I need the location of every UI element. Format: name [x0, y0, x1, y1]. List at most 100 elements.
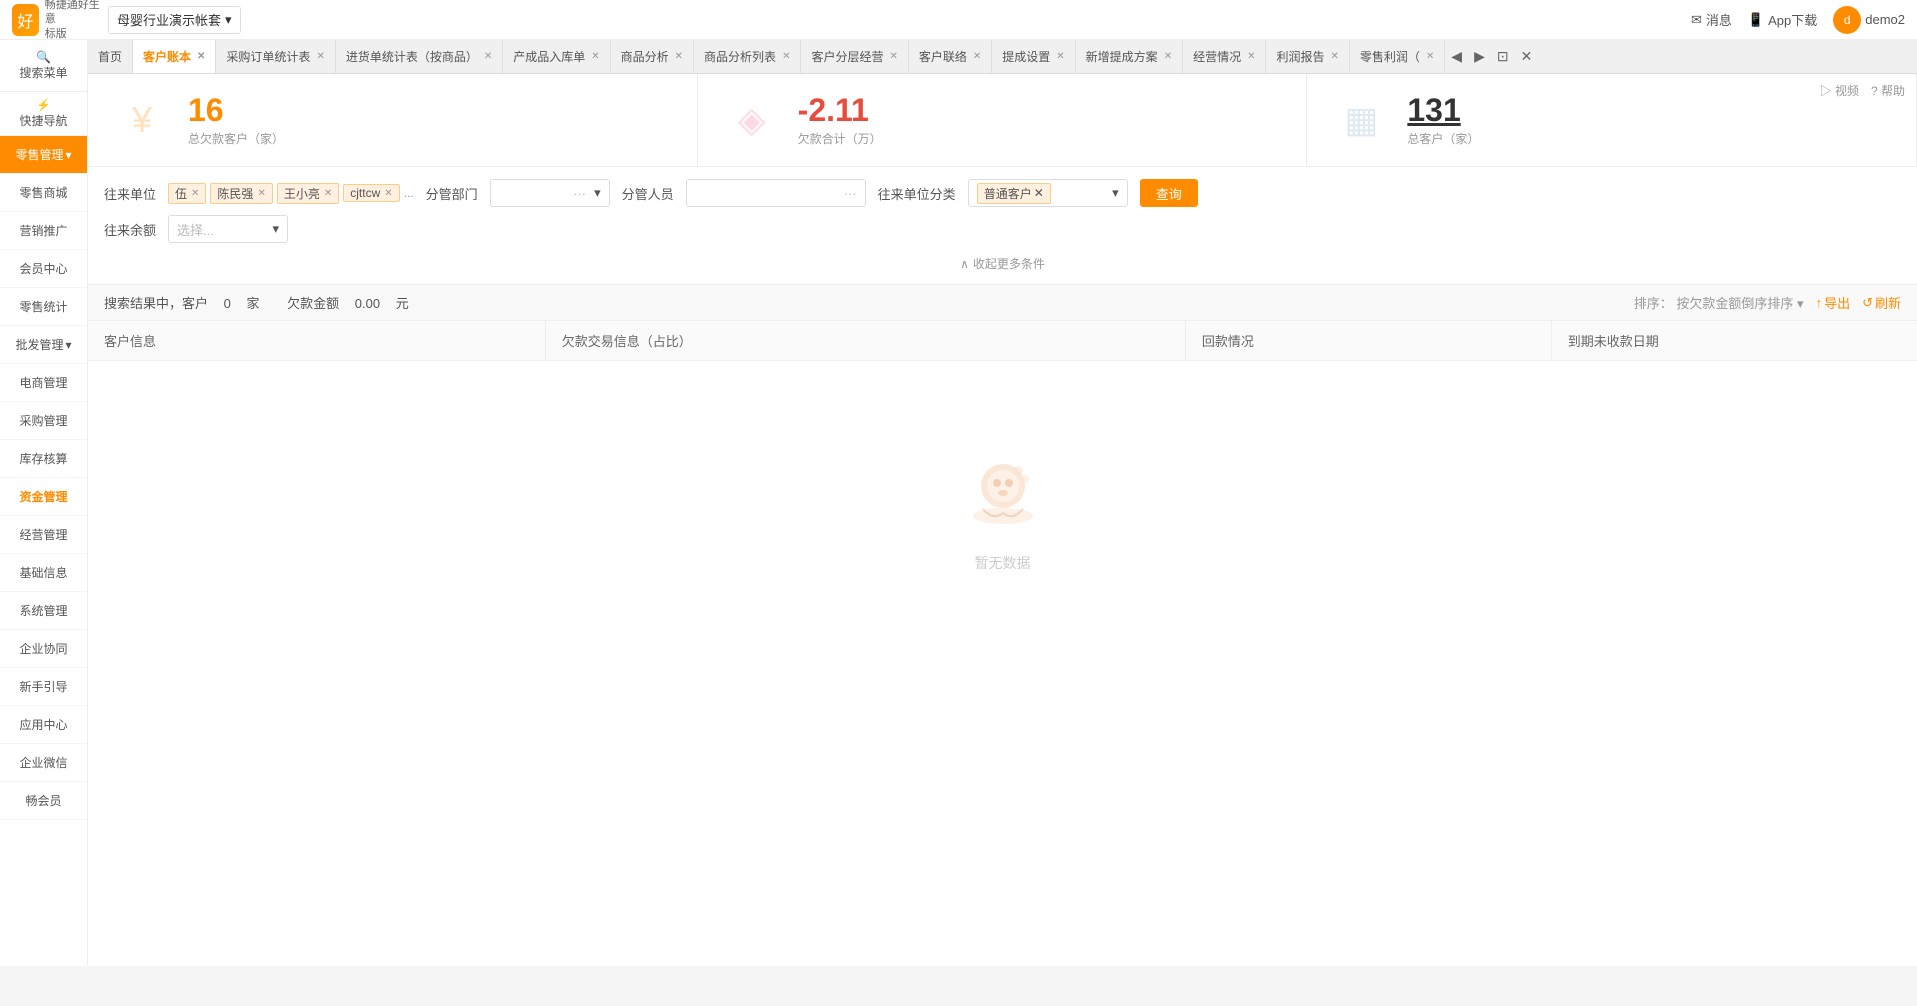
- chevron-down-icon: ▾: [225, 12, 232, 28]
- sort-label: 排序： 按欠款金额倒序排序 ▾: [1634, 293, 1804, 312]
- tab-product-list[interactable]: 商品分析列表 ✕: [694, 40, 801, 74]
- result-actions: 排序： 按欠款金额倒序排序 ▾ ↑ 导出 ↺ 刷新: [1634, 293, 1901, 312]
- tab-close-customer-ledger[interactable]: ✕: [197, 51, 205, 62]
- tab-expand-button[interactable]: ⊡: [1491, 40, 1515, 74]
- tab-close-retail-profit[interactable]: ✕: [1426, 51, 1434, 62]
- empty-text: 暂无数据: [975, 553, 1031, 573]
- tab-close-new-commission[interactable]: ✕: [1164, 51, 1172, 62]
- demo-selector[interactable]: 母婴行业演示帐套 ▾: [108, 6, 241, 34]
- chevron-down-icon: ▾: [594, 185, 601, 201]
- sidebar-item-ecommerce[interactable]: 电商管理: [0, 364, 87, 402]
- message-button[interactable]: ✉ 消息: [1691, 10, 1732, 29]
- tab-close-purchase-stats[interactable]: ✕: [484, 51, 492, 62]
- refresh-button[interactable]: ↺ 刷新: [1862, 293, 1901, 312]
- tab-close-customer-contact[interactable]: ✕: [973, 51, 981, 62]
- remove-tag-wang[interactable]: ✕: [324, 188, 332, 199]
- dept-filter-label: 分管部门: [426, 184, 478, 203]
- unit-type-select[interactable]: 普通客户 ✕ ▾: [968, 179, 1128, 207]
- sidebar-item-system[interactable]: 系统管理: [0, 592, 87, 630]
- sidebar-item-newguide[interactable]: 新手引导: [0, 668, 87, 706]
- tab-new-commission[interactable]: 新增提成方案 ✕: [1076, 40, 1183, 74]
- remove-selected-tag[interactable]: ✕: [1034, 186, 1044, 200]
- tab-commission-setting[interactable]: 提成设置 ✕: [992, 40, 1075, 74]
- filter-tag-cjttcw[interactable]: cjttcw ✕: [343, 184, 399, 202]
- tab-next-button[interactable]: ▶: [1468, 40, 1491, 74]
- sidebar-item-marketing[interactable]: 营销推广: [0, 212, 87, 250]
- sidebar-item-finance[interactable]: 资金管理: [0, 478, 87, 516]
- help-button[interactable]: ? 帮助: [1871, 82, 1905, 99]
- tab-purchase-stats[interactable]: 进货单统计表（按商品） ✕: [336, 40, 503, 74]
- remove-tag-chen[interactable]: ✕: [257, 188, 265, 199]
- chevron-down-icon: ▾: [1797, 296, 1804, 311]
- tab-profit-report[interactable]: 利润报告 ✕: [1266, 40, 1349, 74]
- remove-tag-cjttcw[interactable]: ✕: [384, 188, 392, 199]
- page-content: ¥ 16 总欠款客户（家） ◈ -2.11 欠款合计（万） ▦: [88, 74, 1917, 966]
- dept-more-icon: ···: [573, 186, 586, 201]
- unit-filter-label: 往来单位: [104, 184, 156, 203]
- tab-customer-ledger[interactable]: 客户账本 ✕: [133, 40, 216, 74]
- balance-select[interactable]: 选择... ▾: [168, 215, 288, 243]
- filter-tag-wang[interactable]: 王小亮 ✕: [277, 183, 339, 204]
- tab-customer-contact[interactable]: 客户联络 ✕: [909, 40, 992, 74]
- sidebar-item-basic-info[interactable]: 基础信息: [0, 554, 87, 592]
- sidebar-quick-nav[interactable]: ⚡ 快捷导航: [0, 92, 87, 136]
- sidebar-item-vip[interactable]: 畅会员: [0, 782, 87, 820]
- sidebar-item-operations[interactable]: 经营管理: [0, 516, 87, 554]
- tab-home[interactable]: 首页: [88, 40, 133, 74]
- result-info: 搜索结果中，客户 0 家 欠款金额 0.00 元: [104, 293, 433, 312]
- filter-tag-chen[interactable]: 陈民强 ✕: [210, 183, 272, 204]
- sidebar-item-inventory[interactable]: 库存核算: [0, 440, 87, 478]
- sidebar-item-retail-stats[interactable]: 零售统计: [0, 288, 87, 326]
- sidebar-item-retail-mall[interactable]: 零售商城: [0, 174, 87, 212]
- tab-close-operations[interactable]: ✕: [1247, 51, 1255, 62]
- tab-close-profit-report[interactable]: ✕: [1331, 51, 1339, 62]
- sidebar-item-wholesale[interactable]: 批发管理 ▾: [0, 326, 87, 364]
- col-due-date: 到期未收款日期: [1551, 321, 1917, 361]
- tab-close-commission-setting[interactable]: ✕: [1056, 51, 1064, 62]
- tab-close-product-list[interactable]: ✕: [782, 51, 790, 62]
- avatar: d: [1833, 6, 1861, 34]
- tab-bar: 首页 客户账本 ✕ 采购订单统计表 ✕ 进货单统计表（按商品） ✕ 产成品入库单…: [88, 40, 1917, 74]
- tab-close-production[interactable]: ✕: [591, 51, 599, 62]
- sidebar-item-retail-manage[interactable]: 零售管理 ▾: [0, 136, 87, 174]
- export-button[interactable]: ↑ 导出: [1816, 293, 1851, 312]
- sidebar-item-member-center[interactable]: 会员中心: [0, 250, 87, 288]
- chevron-down-icon: ▾: [1112, 185, 1119, 201]
- tab-operations[interactable]: 经营情况 ✕: [1183, 40, 1266, 74]
- logo-area: 好 畅捷通好生意 标版: [12, 0, 100, 41]
- sidebar-item-procurement[interactable]: 采购管理: [0, 402, 87, 440]
- tab-retail-profit[interactable]: 零售利润（ ✕: [1350, 40, 1445, 74]
- remove-tag-wu[interactable]: ✕: [191, 188, 199, 199]
- dept-select[interactable]: ··· ▾: [490, 179, 610, 207]
- stat-content-total: 131 总客户（家）: [1407, 94, 1479, 147]
- sidebar-search[interactable]: 🔍 搜索菜单: [0, 40, 87, 92]
- person-input[interactable]: ···: [686, 179, 866, 207]
- collapse-button[interactable]: ∧ 收起更多条件: [104, 251, 1901, 276]
- selected-customer-type: 普通客户 ✕: [977, 183, 1051, 204]
- empty-state: 暂无数据: [88, 361, 1917, 653]
- tab-close-all-button[interactable]: ✕: [1515, 40, 1539, 74]
- tab-close-product-analysis[interactable]: ✕: [675, 51, 683, 62]
- video-help-button[interactable]: ▷ 视频: [1820, 82, 1859, 99]
- tab-purchase-order[interactable]: 采购订单统计表 ✕: [216, 40, 335, 74]
- tab-customer-layer[interactable]: 客户分层经营 ✕: [801, 40, 908, 74]
- sidebar-item-wechat[interactable]: 企业微信: [0, 744, 87, 782]
- filter-tag-wu[interactable]: 伍 ✕: [168, 183, 206, 204]
- stat-icon-total: ▦: [1331, 90, 1391, 150]
- app-icon: 📱: [1748, 12, 1764, 28]
- app-download-button[interactable]: 📱 App下载: [1748, 10, 1817, 29]
- tab-production[interactable]: 产成品入库单 ✕: [503, 40, 610, 74]
- export-icon: ↑: [1816, 295, 1823, 310]
- tab-close-customer-layer[interactable]: ✕: [889, 51, 897, 62]
- query-button[interactable]: 查询: [1140, 179, 1198, 207]
- sidebar-item-enterprise[interactable]: 企业协同: [0, 630, 87, 668]
- col-debt-info: 欠款交易信息（占比）: [545, 321, 1185, 361]
- stat-content-customers: 16 总欠款客户（家）: [188, 94, 284, 147]
- sidebar-item-appstore[interactable]: 应用中心: [0, 706, 87, 744]
- tab-close-purchase-order[interactable]: ✕: [316, 51, 324, 62]
- user-area[interactable]: d demo2: [1833, 6, 1905, 34]
- tab-prev-button[interactable]: ◀: [1445, 40, 1468, 74]
- filter-more-tags[interactable]: ...: [404, 186, 414, 200]
- stat-number-total: 131: [1407, 94, 1479, 126]
- tab-product-analysis[interactable]: 商品分析 ✕: [611, 40, 694, 74]
